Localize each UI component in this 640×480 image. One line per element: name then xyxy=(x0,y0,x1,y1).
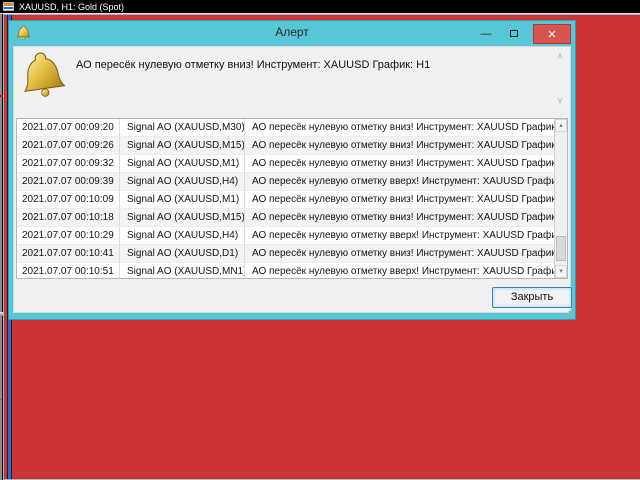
close-window-button[interactable]: ✕ xyxy=(533,24,571,44)
alert-text: АО пересёк нулевую отметку вниз! Инструм… xyxy=(252,248,554,259)
close-icon: ✕ xyxy=(547,28,557,41)
minimize-button[interactable]: — xyxy=(475,24,497,43)
alert-table-row[interactable]: 2021.07.07 00:10:51 Signal AO (XAUUSD,MN1… xyxy=(17,263,554,278)
table-scroll-down-button[interactable]: ▾ xyxy=(555,265,567,278)
alert-time: 2021.07.07 00:09:26 xyxy=(17,137,120,154)
quotes-grid-icon xyxy=(3,2,14,11)
alert-source: Signal AO (XAUUSD,M1) xyxy=(120,155,245,172)
table-scroll-up-button[interactable]: ▴ xyxy=(555,119,567,132)
alert-table-rows: 2021.07.07 00:09:20 Signal AO (XAUUSD,M30… xyxy=(17,119,554,278)
terminal-titlebar: XAUUSD, H1: Gold (Spot) xyxy=(0,0,640,480)
maximize-icon xyxy=(510,30,518,37)
table-scroll-down-icon: ▾ xyxy=(559,268,563,275)
alert-text: АО пересёк нулевую отметку вверх! Инстру… xyxy=(252,176,554,187)
alert-time: 2021.07.07 00:10:18 xyxy=(17,209,120,226)
alert-source: Signal AO (XAUUSD,M15) xyxy=(120,209,245,226)
alert-text: АО пересёк нулевую отметку вниз! Инструм… xyxy=(252,140,554,151)
alert-source: Signal AO (XAUUSD,H4) xyxy=(120,173,245,190)
alert-time: 2021.07.07 00:10:51 xyxy=(17,263,120,278)
alert-source: Signal AO (XAUUSD,M15) xyxy=(120,137,245,154)
alert-dialog: Алерт — ✕ АО пересёк нулевую отметку вни… xyxy=(8,20,576,320)
alert-time: 2021.07.07 00:09:32 xyxy=(17,155,120,172)
window-left-edge xyxy=(0,14,2,480)
alert-table-row[interactable]: 2021.07.07 00:09:26 Signal AO (XAUUSD,M15… xyxy=(17,137,554,155)
alert-dialog-titlebar[interactable]: Алерт — ✕ xyxy=(9,21,575,46)
alert-time: 2021.07.07 00:10:29 xyxy=(17,227,120,244)
alert-source: Signal AO (XAUUSD,D1) xyxy=(120,245,245,262)
scroll-up-icon[interactable]: ∧ xyxy=(554,51,566,62)
table-scrollbar[interactable]: ▴ ▾ xyxy=(554,119,567,278)
alert-source: Signal AO (XAUUSD,MN1) xyxy=(120,263,245,278)
alert-table: 2021.07.07 00:09:20 Signal AO (XAUUSD,M30… xyxy=(16,118,568,279)
maximize-button[interactable] xyxy=(503,24,525,43)
alert-text: АО пересёк нулевую отметку вниз! Инструм… xyxy=(252,122,554,133)
minimize-icon: — xyxy=(480,27,492,40)
alert-text: АО пересёк нулевую отметку вверх! Инстру… xyxy=(252,266,554,277)
alert-table-row[interactable]: 2021.07.07 00:09:32 Signal AO (XAUUSD,M1)… xyxy=(17,155,554,173)
alert-dialog-body: АО пересёк нулевую отметку вниз! Инструм… xyxy=(13,46,572,313)
table-scrollbar-thumb[interactable] xyxy=(556,236,566,261)
alert-table-row[interactable]: 2021.07.07 00:10:29 Signal AO (XAUUSD,H4)… xyxy=(17,227,554,245)
alert-table-row[interactable]: 2021.07.07 00:10:09 Signal AO (XAUUSD,M1)… xyxy=(17,191,554,209)
alert-table-row[interactable]: 2021.07.07 00:10:41 Signal AO (XAUUSD,D1)… xyxy=(17,245,554,263)
scroll-down-icon[interactable]: ∨ xyxy=(554,95,566,106)
alert-table-row[interactable]: 2021.07.07 00:09:20 Signal AO (XAUUSD,M30… xyxy=(17,119,554,137)
alert-message: АО пересёк нулевую отметку вниз! Инструм… xyxy=(76,59,431,71)
alert-text: АО пересёк нулевую отметку вниз! Инструм… xyxy=(252,212,554,223)
alert-source: Signal AO (XAUUSD,M30) xyxy=(120,119,245,136)
alert-text: АО пересёк нулевую отметку вверх! Инстру… xyxy=(252,230,554,241)
alert-time: 2021.07.07 00:10:41 xyxy=(17,245,120,262)
close-button[interactable]: Закрыть xyxy=(492,287,572,308)
chart-window-title: XAUUSD, H1: Gold (Spot) xyxy=(19,1,125,12)
alert-text: АО пересёк нулевую отметку вниз! Инструм… xyxy=(252,194,554,205)
alert-bell-icon xyxy=(23,52,66,97)
alert-table-row[interactable]: 2021.07.07 00:10:18 Signal AO (XAUUSD,M15… xyxy=(17,209,554,227)
table-scroll-up-icon: ▴ xyxy=(559,122,563,129)
alert-source: Signal AO (XAUUSD,H4) xyxy=(120,227,245,244)
alert-table-row[interactable]: 2021.07.07 00:09:39 Signal AO (XAUUSD,H4)… xyxy=(17,173,554,191)
alert-text: АО пересёк нулевую отметку вниз! Инструм… xyxy=(252,158,554,169)
alert-time: 2021.07.07 00:09:39 xyxy=(17,173,120,190)
message-scrollbar[interactable]: ∧ ∨ xyxy=(554,49,566,109)
resize-grip[interactable] xyxy=(562,308,572,318)
alert-time: 2021.07.07 00:09:20 xyxy=(17,119,120,136)
alert-time: 2021.07.07 00:10:09 xyxy=(17,191,120,208)
alert-source: Signal AO (XAUUSD,M1) xyxy=(120,191,245,208)
